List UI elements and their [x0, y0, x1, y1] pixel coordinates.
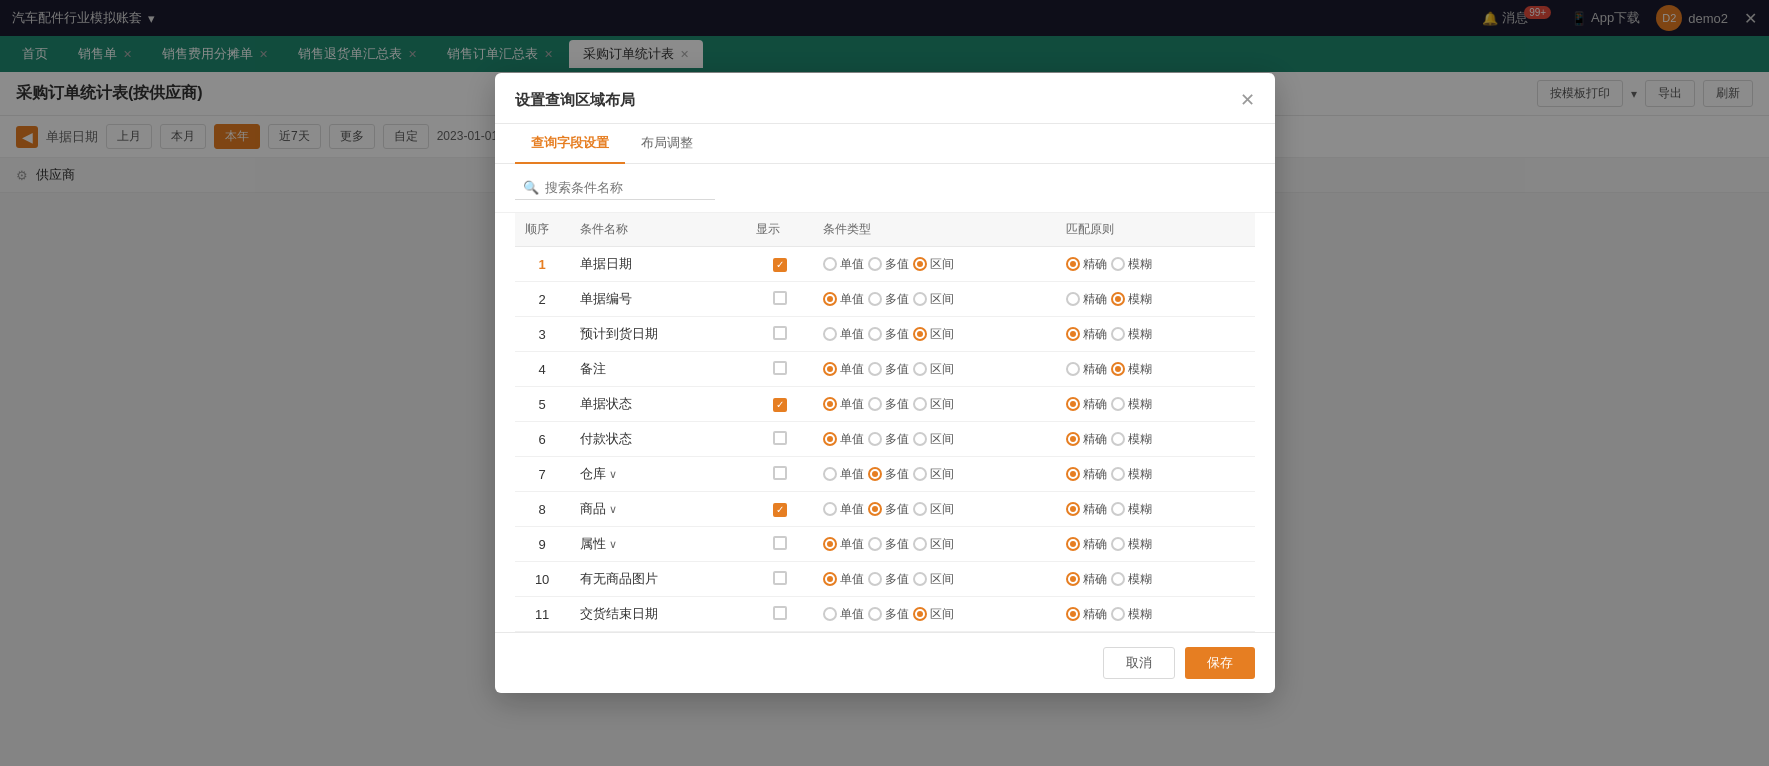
tab-layout-label: 布局调整	[641, 135, 693, 150]
modal-tabs: 查询字段设置 布局调整	[495, 124, 1275, 164]
modal-search-area: 🔍	[495, 164, 1275, 193]
search-input[interactable]	[545, 180, 707, 193]
modal-overlay: 设置查询区域布局 ✕ 查询字段设置 布局调整 🔍 顺序	[0, 0, 1769, 193]
modal-close-button[interactable]: ✕	[1240, 89, 1255, 111]
modal-dialog: 设置查询区域布局 ✕ 查询字段设置 布局调整 🔍 顺序	[495, 73, 1275, 193]
tab-query-fields-label: 查询字段设置	[531, 135, 609, 150]
modal-title: 设置查询区域布局	[515, 91, 635, 110]
tab-layout[interactable]: 布局调整	[625, 124, 709, 164]
search-input-wrap: 🔍	[515, 176, 715, 193]
tab-query-fields[interactable]: 查询字段设置	[515, 124, 625, 164]
modal-header: 设置查询区域布局 ✕	[495, 73, 1275, 124]
search-icon: 🔍	[523, 180, 539, 193]
